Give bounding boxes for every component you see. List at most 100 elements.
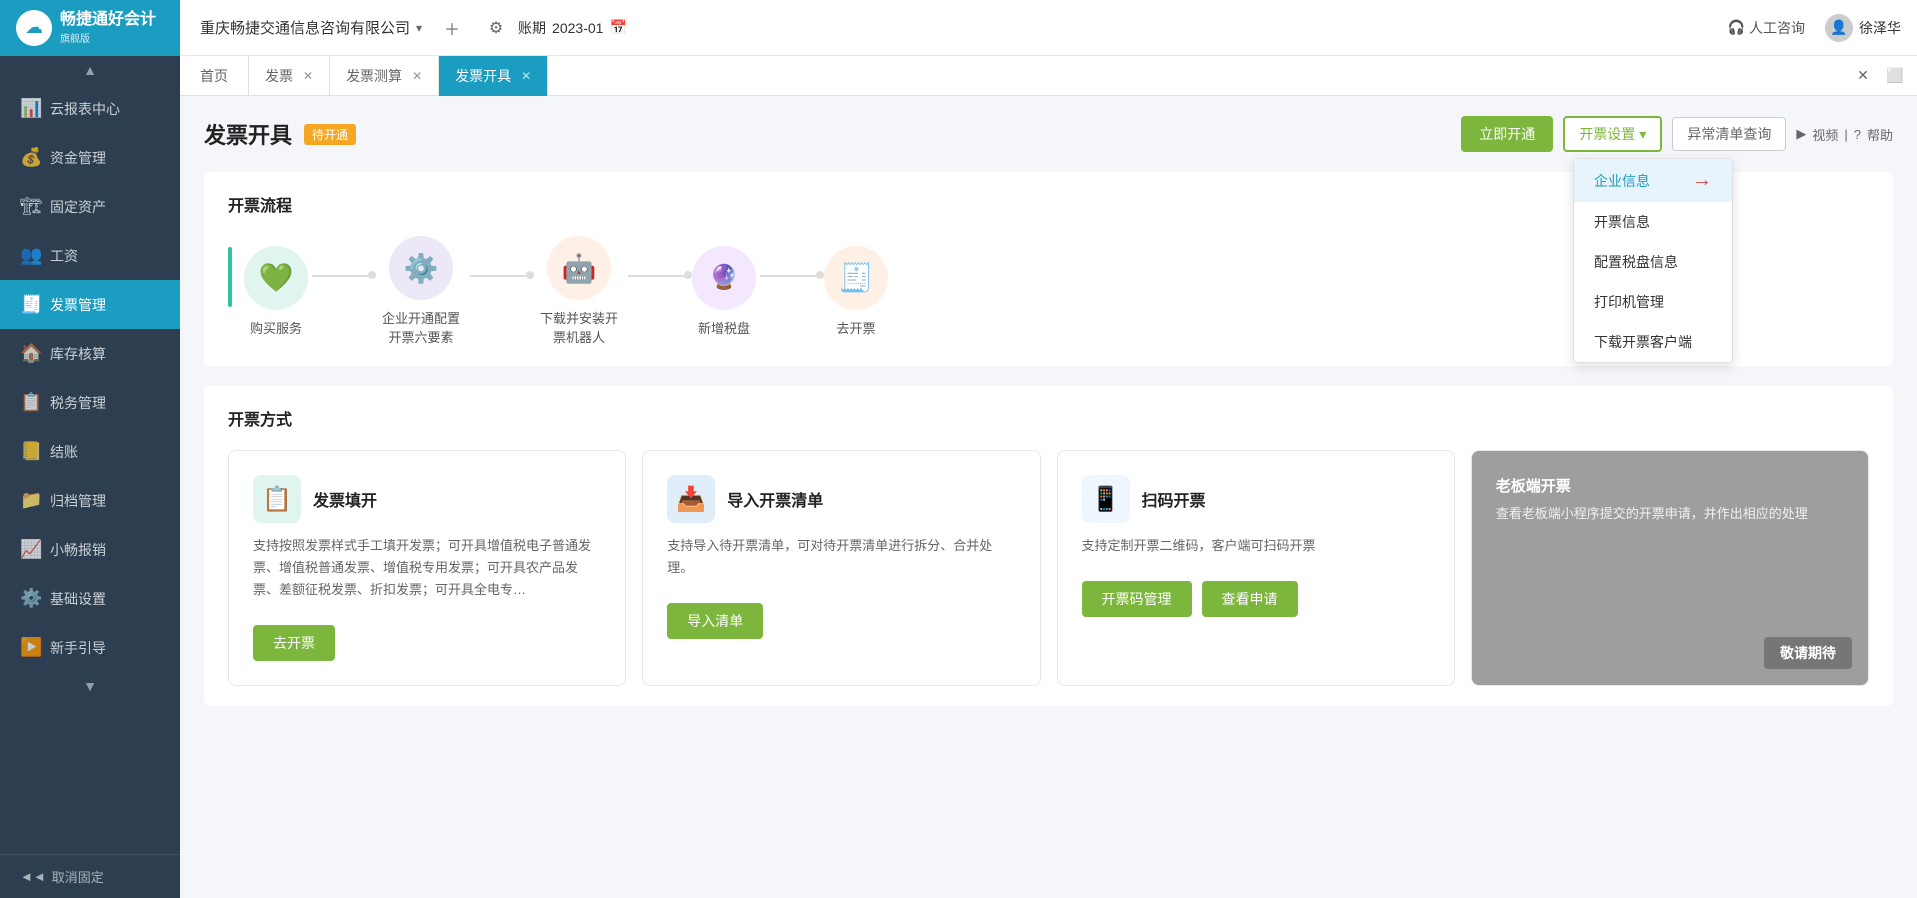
sales-icon: 📈 <box>20 539 40 560</box>
sidebar-item-label: 固定资产 <box>50 197 106 217</box>
tab-invoice-label: 发票 <box>265 66 293 86</box>
tab-maximize[interactable]: ⬜ <box>1881 62 1909 90</box>
status-badge: 待开通 <box>304 124 356 145</box>
boss-card-content: 老板端开票 查看老板端小程序提交的开票申请，并作出相应的处理 <box>1496 475 1844 525</box>
tab-home[interactable]: 首页 <box>180 56 249 96</box>
sidebar-item-assets[interactable]: 🏗 固定资产 <box>0 182 180 231</box>
invoice-mgmt-icon: 🧾 <box>20 294 40 315</box>
billing-card-boss: 老板端开票 查看老板端小程序提交的开票申请，并作出相应的处理 敬请期待 <box>1471 450 1869 686</box>
add-button[interactable]: ＋ <box>438 14 466 42</box>
logo-text-wrap: 畅捷通好会计 旗舰版 <box>60 10 156 44</box>
logo-area: ☁ 畅捷通好会计 旗舰版 <box>0 0 180 56</box>
import-list-icon: 📥 <box>667 475 715 523</box>
headphone-icon: 🎧 <box>1728 19 1745 36</box>
billing-section: 开票方式 📋 发票填开 支持按照发票样式手工填开发票；可开具增值税电子普通发票、… <box>204 386 1893 706</box>
flow-connector-1 <box>312 275 372 277</box>
flow-connector-4 <box>760 275 820 277</box>
dropdown-item-download-client[interactable]: 下载开票客户端 <box>1574 322 1732 362</box>
tab-invoice[interactable]: 发票 ✕ <box>249 56 330 96</box>
company-selector[interactable]: 重庆畅捷交通信息咨询有限公司 ▾ <box>200 17 422 38</box>
sidebar-item-label: 库存核算 <box>50 344 106 364</box>
config-enterprise-label: 企业开通配置开票六要素 <box>376 308 466 346</box>
manual-fill-icon: 📋 <box>253 475 301 523</box>
import-list-desc: 支持导入待开票清单，可对待开票清单进行拆分、合并处理。 <box>667 535 1015 579</box>
page-title: 发票开具 <box>204 118 292 150</box>
boss-invoice-title: 老板端开票 <box>1496 475 1844 496</box>
help-icon[interactable]: ? <box>1854 127 1861 142</box>
scan-code-mgmt-button[interactable]: 开票码管理 <box>1082 581 1192 617</box>
help-label[interactable]: 帮助 <box>1867 125 1893 144</box>
tab-invoice-calc-close[interactable]: ✕ <box>412 69 422 83</box>
boss-invoice-desc: 查看老板端小程序提交的开票申请，并作出相应的处理 <box>1496 504 1844 525</box>
settings-sidebar-icon: ⚙️ <box>20 588 40 609</box>
tab-close-all[interactable]: ✕ <box>1849 62 1877 90</box>
accounting-icon: 📒 <box>20 441 40 462</box>
add-tax-disk-label: 新增税盘 <box>698 318 750 337</box>
calendar-icon[interactable]: 📅 <box>609 19 626 36</box>
sidebar-item-inventory[interactable]: 🏠 库存核算 <box>0 329 180 378</box>
tab-invoice-issue-close[interactable]: ✕ <box>521 69 531 83</box>
tab-invoice-issue[interactable]: 发票开具 ✕ <box>439 56 548 96</box>
sidebar-item-salary[interactable]: 👥 工资 <box>0 231 180 280</box>
config-enterprise-icon: ⚙️ <box>389 236 453 300</box>
sidebar-scroll-down[interactable]: ▼ <box>0 672 180 700</box>
import-card-header: 📥 导入开票清单 <box>667 475 1015 523</box>
tab-home-label: 首页 <box>200 66 228 86</box>
sidebar-item-label: 云报表中心 <box>50 99 120 119</box>
import-list-button[interactable]: 导入清单 <box>667 603 763 639</box>
support-button[interactable]: 🎧 人工咨询 <box>1728 18 1805 38</box>
settings-button[interactable]: 开票设置 ▾ <box>1563 116 1662 152</box>
sidebar-item-label: 发票管理 <box>50 295 106 315</box>
exception-button[interactable]: 异常清单查询 <box>1672 117 1786 151</box>
sidebar-item-reports[interactable]: 📊 云报表中心 <box>0 84 180 133</box>
buy-service-icon: 💚 <box>244 246 308 310</box>
import-list-title: 导入开票清单 <box>727 487 823 511</box>
sidebar-item-funds[interactable]: 💰 资金管理 <box>0 133 180 182</box>
billing-card-import: 📥 导入开票清单 支持导入待开票清单，可对待开票清单进行拆分、合并处理。 导入清… <box>642 450 1040 686</box>
billing-cards: 📋 发票填开 支持按照发票样式手工填开发票；可开具增值税电子普通发票、增值税普通… <box>228 450 1869 686</box>
main-layout: ▲ 📊 云报表中心 💰 资金管理 🏗 固定资产 👥 工资 🧾 发票管理 🏠 库存… <box>0 56 1917 898</box>
sidebar-item-guide[interactable]: ▶️ 新手引导 <box>0 623 180 672</box>
assets-icon: 🏗 <box>20 196 40 217</box>
sidebar-item-label: 资金管理 <box>50 148 106 168</box>
tab-bar: 首页 发票 ✕ 发票测算 ✕ 发票开具 ✕ ✕ ⬜ <box>180 56 1917 96</box>
cancel-fixed-button[interactable]: ◄◄ 取消固定 <box>0 854 180 898</box>
sidebar-item-archive[interactable]: 📁 归档管理 <box>0 476 180 525</box>
dropdown-download-client-label: 下载开票客户端 <box>1594 334 1692 350</box>
content-area: 首页 发票 ✕ 发票测算 ✕ 发票开具 ✕ ✕ ⬜ 发票开具 <box>180 56 1917 898</box>
flow-step-tax-disk: 🔮 新增税盘 <box>692 246 756 337</box>
activate-button[interactable]: 立即开通 <box>1461 116 1553 152</box>
view-application-button[interactable]: 查看申请 <box>1202 581 1298 617</box>
tab-invoice-close[interactable]: ✕ <box>303 69 313 83</box>
dropdown-company-info-label: 企业信息 <box>1594 171 1650 191</box>
sidebar-item-label: 小畅报销 <box>50 540 106 560</box>
salary-icon: 👥 <box>20 245 40 266</box>
sidebar-scroll-up[interactable]: ▲ <box>0 56 180 84</box>
period-info: 账期 2023-01 📅 <box>518 18 627 38</box>
play-icon[interactable]: ▶ <box>1796 126 1806 142</box>
settings-icon[interactable]: ⚙ <box>482 14 510 42</box>
user-name: 徐泽华 <box>1859 18 1901 38</box>
video-label[interactable]: 视频 <box>1812 125 1838 144</box>
flow-connector-2 <box>470 275 530 277</box>
dropdown-item-tax-disk[interactable]: 配置税盘信息 <box>1574 242 1732 282</box>
top-bar: ☁ 畅捷通好会计 旗舰版 重庆畅捷交通信息咨询有限公司 ▾ ＋ ⚙ 账期 202… <box>0 0 1917 56</box>
go-invoice-button[interactable]: 去开票 <box>253 625 335 661</box>
go-invoice-icon: 🧾 <box>824 246 888 310</box>
dropdown-item-invoice-info[interactable]: 开票信息 <box>1574 202 1732 242</box>
dropdown-item-printer[interactable]: 打印机管理 <box>1574 282 1732 322</box>
scan-invoice-desc: 支持定制开票二维码，客户端可扫码开票 <box>1082 535 1430 557</box>
download-robot-icon: 🤖 <box>547 236 611 300</box>
sidebar-item-settings[interactable]: ⚙️ 基础设置 <box>0 574 180 623</box>
sidebar-item-invoice-mgmt[interactable]: 🧾 发票管理 <box>0 280 180 329</box>
dropdown-item-company-info[interactable]: 企业信息 → <box>1574 159 1732 202</box>
add-tax-disk-icon: 🔮 <box>692 246 756 310</box>
tab-invoice-calc[interactable]: 发票测算 ✕ <box>330 56 439 96</box>
period-label: 账期 <box>518 18 546 38</box>
sidebar-item-sales[interactable]: 📈 小畅报销 <box>0 525 180 574</box>
user-info[interactable]: 👤 徐泽华 <box>1825 14 1901 42</box>
dropdown-tax-disk-label: 配置税盘信息 <box>1594 254 1678 270</box>
sidebar-item-tax[interactable]: 📋 税务管理 <box>0 378 180 427</box>
sidebar-item-accounting[interactable]: 📒 结账 <box>0 427 180 476</box>
company-name: 重庆畅捷交通信息咨询有限公司 <box>200 17 410 38</box>
